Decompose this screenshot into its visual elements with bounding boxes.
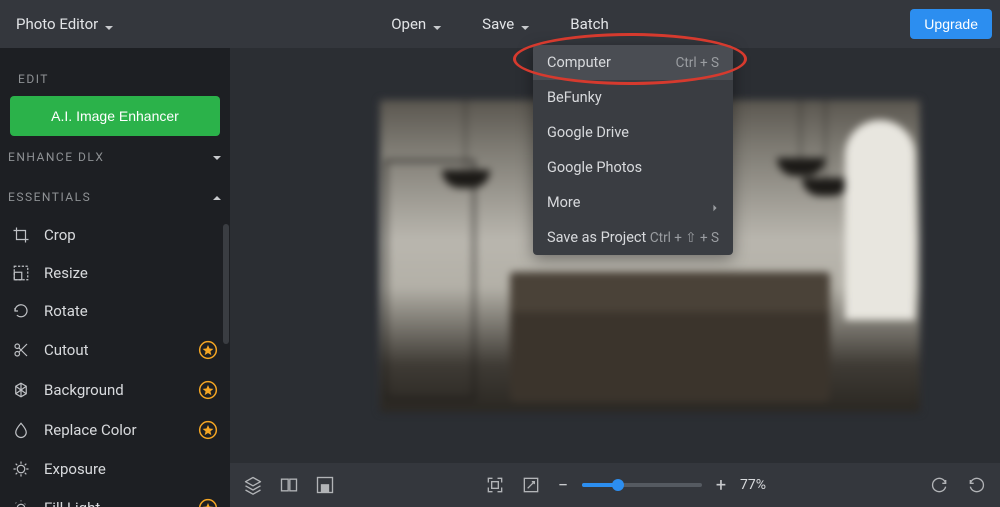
- tool-label: Resize: [44, 264, 88, 282]
- zoom-controls: − + 77%: [556, 475, 780, 496]
- save-menu-befunky[interactable]: BeFunky: [533, 80, 733, 115]
- chevron-right-icon: [711, 199, 719, 207]
- section-label-text: ENHANCE DLX: [8, 150, 104, 164]
- top-bar: Photo Editor Open Save Batch Upgrade: [0, 0, 1000, 48]
- zoom-slider[interactable]: [582, 483, 702, 487]
- actual-size-icon[interactable]: [520, 474, 542, 496]
- menu-item-shortcut: Ctrl + ⇧ + S: [650, 230, 719, 246]
- resize-icon: [12, 264, 30, 282]
- tool-replace-color[interactable]: Replace Color: [0, 410, 230, 450]
- zoom-percentage: 77%: [740, 477, 780, 493]
- save-menu-google-drive[interactable]: Google Drive: [533, 115, 733, 150]
- save-dropdown: Computer Ctrl + S BeFunky Google Drive G…: [533, 45, 733, 255]
- tool-cutout[interactable]: Cutout: [0, 330, 230, 370]
- tool-rotate[interactable]: Rotate: [0, 292, 230, 330]
- sidebar-section-essentials[interactable]: ESSENTIALS: [0, 176, 230, 216]
- ai-image-enhancer-button[interactable]: A.I. Image Enhancer: [10, 96, 220, 136]
- tool-resize[interactable]: Resize: [0, 254, 230, 292]
- tool-label: Crop: [44, 226, 76, 244]
- canvas-settings-icon[interactable]: [314, 474, 336, 496]
- zoom-out-button[interactable]: −: [556, 475, 570, 496]
- tool-fill-light[interactable]: Fill Light: [0, 488, 230, 507]
- tool-background[interactable]: Background: [0, 370, 230, 410]
- tool-label: Rotate: [44, 302, 88, 320]
- fit-screen-icon[interactable]: [484, 474, 506, 496]
- menu-item-label: Computer: [547, 54, 611, 71]
- tool-label: Cutout: [44, 341, 89, 359]
- chevron-down-icon: [520, 19, 530, 29]
- zoom-in-button[interactable]: +: [714, 475, 728, 496]
- tool-label: Fill Light: [44, 499, 100, 507]
- top-menu: Open Save Batch: [391, 15, 609, 33]
- layers-icon[interactable]: [242, 474, 264, 496]
- exposure-icon: [12, 460, 30, 478]
- sidebar-scrollbar[interactable]: [223, 224, 229, 344]
- redo-icon[interactable]: [928, 474, 950, 496]
- section-label-text: ESSENTIALS: [8, 190, 91, 204]
- brand-switcher[interactable]: Photo Editor: [8, 15, 122, 33]
- chevron-down-icon: [104, 19, 114, 29]
- upgrade-button[interactable]: Upgrade: [910, 9, 992, 39]
- tool-list: Crop Resize Rotate Cutout Background Replace …: [0, 216, 230, 507]
- replace-color-icon: [12, 421, 30, 439]
- sidebar: EDIT A.I. Image Enhancer ENHANCE DLX ESS…: [0, 48, 230, 507]
- save-menu-project[interactable]: Save as Project Ctrl + ⇧ + S: [533, 220, 733, 255]
- crop-icon: [12, 226, 30, 244]
- brand-label: Photo Editor: [16, 15, 98, 33]
- fill-light-icon: [12, 499, 30, 507]
- menu-item-label: More: [547, 194, 580, 211]
- menu-item-label: Google Drive: [547, 124, 629, 141]
- menu-open[interactable]: Open: [391, 15, 442, 33]
- section-label-text: EDIT: [18, 72, 49, 86]
- tool-label: Replace Color: [44, 421, 137, 439]
- menu-batch-label: Batch: [570, 15, 609, 33]
- tool-label: Exposure: [44, 460, 106, 478]
- menu-item-label: Google Photos: [547, 159, 642, 176]
- save-menu-google-photos[interactable]: Google Photos: [533, 150, 733, 185]
- chevron-up-icon: [212, 192, 222, 202]
- compare-icon[interactable]: [278, 474, 300, 496]
- chevron-down-icon: [432, 19, 442, 29]
- chevron-down-icon: [212, 152, 222, 162]
- menu-item-label: Save as Project: [547, 229, 646, 246]
- sidebar-section-edit: EDIT: [10, 58, 220, 96]
- bottom-bar: − + 77%: [230, 463, 1000, 507]
- save-menu-more[interactable]: More: [533, 185, 733, 220]
- premium-star-icon: [198, 420, 218, 440]
- menu-save-label: Save: [482, 15, 514, 33]
- tool-exposure[interactable]: Exposure: [0, 450, 230, 488]
- premium-star-icon: [198, 498, 218, 507]
- save-menu-computer[interactable]: Computer Ctrl + S: [533, 45, 733, 80]
- menu-save[interactable]: Save: [482, 15, 530, 33]
- background-icon: [12, 381, 30, 399]
- menu-item-shortcut: Ctrl + S: [676, 55, 719, 71]
- sidebar-section-enhance-dlx[interactable]: ENHANCE DLX: [0, 136, 230, 176]
- premium-star-icon: [198, 380, 218, 400]
- cutout-icon: [12, 341, 30, 359]
- rotate-icon: [12, 302, 30, 320]
- tool-label: Background: [44, 381, 124, 399]
- menu-batch[interactable]: Batch: [570, 15, 609, 33]
- undo-icon[interactable]: [966, 474, 988, 496]
- main-area: EDIT A.I. Image Enhancer ENHANCE DLX ESS…: [0, 48, 1000, 507]
- tool-crop[interactable]: Crop: [0, 216, 230, 254]
- menu-item-label: BeFunky: [547, 89, 602, 106]
- premium-star-icon: [198, 340, 218, 360]
- menu-open-label: Open: [391, 15, 426, 33]
